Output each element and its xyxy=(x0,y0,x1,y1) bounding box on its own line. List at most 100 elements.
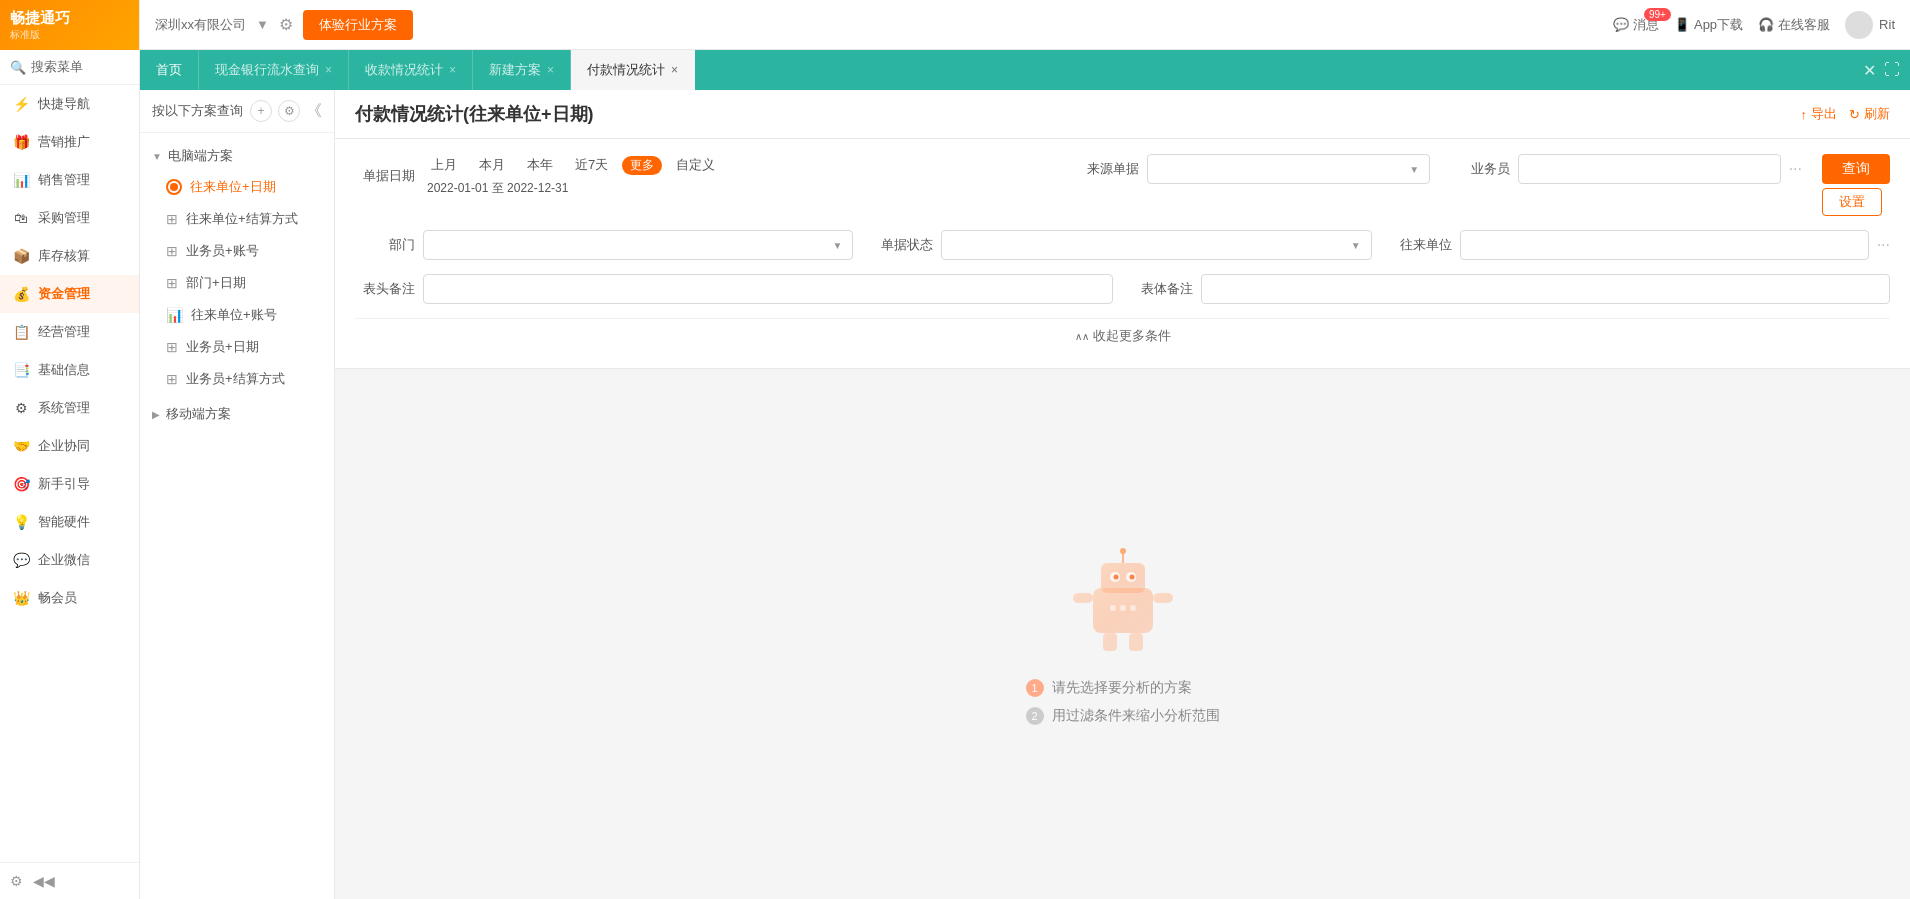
dept-select[interactable]: ▼ xyxy=(423,230,853,260)
message-btn[interactable]: 💬 消息 99+ xyxy=(1613,16,1659,34)
quick-nav-icon: ⚡ xyxy=(12,95,30,113)
sidebar-item-wechat[interactable]: 💬 企业微信 xyxy=(0,541,139,579)
scheme-group-pc-header[interactable]: ▼ 电脑端方案 xyxy=(140,141,334,171)
topbar: 深圳xx有限公司 ▼ ⚙ 体验行业方案 💬 消息 99+ 📱 App下载 🎧 在… xyxy=(140,0,1910,50)
filter-area: 单据日期 上月 本月 本年 近7天 更多 自定义 2022-01-01 至 20… xyxy=(335,139,1910,369)
sidebar-item-system[interactable]: ⚙ 系统管理 xyxy=(0,389,139,427)
scheme-item-unit-settle[interactable]: ⊞ 往来单位+结算方式 xyxy=(140,203,334,235)
expand-tab-btn[interactable]: ⛶ xyxy=(1884,61,1900,79)
tab-home-label: 首页 xyxy=(156,61,182,79)
table-icon: ⊞ xyxy=(166,371,178,387)
date-opt-this-month[interactable]: 本月 xyxy=(471,154,513,176)
salesman-dotdot[interactable]: ··· xyxy=(1789,160,1802,178)
sidebar-collapse-btn[interactable]: ◀◀ xyxy=(33,873,55,889)
sidebar-logo: 畅捷通巧 xyxy=(10,9,70,28)
tab-bank-close[interactable]: × xyxy=(325,63,332,77)
date-opt-7days[interactable]: 近7天 xyxy=(567,154,616,176)
search-menu-label: 搜索菜单 xyxy=(31,58,83,76)
scheme-item-salesman-acct[interactable]: ⊞ 业务员+账号 xyxy=(140,235,334,267)
sidebar-item-operations[interactable]: 📋 经营管理 xyxy=(0,313,139,351)
tab-receipt-close[interactable]: × xyxy=(449,63,456,77)
sidebar-item-label: 经营管理 xyxy=(38,323,90,341)
scheme-item-label: 往来单位+结算方式 xyxy=(186,210,298,228)
main-area: 深圳xx有限公司 ▼ ⚙ 体验行业方案 💬 消息 99+ 📱 App下载 🎧 在… xyxy=(140,0,1910,899)
unit-input[interactable] xyxy=(1460,230,1869,260)
query-btn[interactable]: 查询 xyxy=(1822,154,1890,184)
status-select[interactable]: ▼ xyxy=(941,230,1371,260)
filter-item-source: 来源单据 ▼ xyxy=(1079,154,1431,184)
date-range-value[interactable]: 2022-01-01 至 2022-12-31 xyxy=(427,180,723,197)
scheme-group-mobile-header[interactable]: ▶ 移动端方案 xyxy=(140,399,334,429)
sidebar-item-inventory[interactable]: 📦 库存核算 xyxy=(0,237,139,275)
collapse-conditions-btn[interactable]: ∧∧ 收起更多条件 xyxy=(1075,327,1171,345)
date-opt-more[interactable]: 更多 xyxy=(622,156,662,175)
body-note-input[interactable] xyxy=(1201,274,1891,304)
sidebar-item-quick-nav[interactable]: ⚡ 快捷导航 xyxy=(0,85,139,123)
date-opt-last-month[interactable]: 上月 xyxy=(423,154,465,176)
close-all-tabs-btn[interactable]: ✕ xyxy=(1863,61,1876,80)
sidebar-item-guide[interactable]: 🎯 新手引导 xyxy=(0,465,139,503)
scheme-item-unit-acct[interactable]: 📊 往来单位+账号 xyxy=(140,299,334,331)
source-select[interactable]: ▼ xyxy=(1147,154,1431,184)
scheme-group-arrow-icon: ▼ xyxy=(152,151,162,162)
scheme-item-dept-date[interactable]: ⊞ 部门+日期 xyxy=(140,267,334,299)
settings-btn[interactable]: 设置 xyxy=(1822,188,1882,216)
svg-point-5 xyxy=(1129,575,1134,580)
head-note-input[interactable] xyxy=(423,274,1113,304)
table-icon: ⊞ xyxy=(166,211,178,227)
topbar-right: 💬 消息 99+ 📱 App下载 🎧 在线客服 Rit xyxy=(1613,11,1895,39)
sidebar-item-label: 系统管理 xyxy=(38,399,90,417)
sidebar-item-member[interactable]: 👑 畅会员 xyxy=(0,579,139,617)
sidebar-item-label: 营销推广 xyxy=(38,133,90,151)
sidebar-item-purchase[interactable]: 🛍 采购管理 xyxy=(0,199,139,237)
sidebar-header: 畅捷通巧 标准版 xyxy=(0,0,139,50)
tab-payment[interactable]: 付款情况统计 × xyxy=(571,50,695,90)
scheme-item-salesman-settle[interactable]: ⊞ 业务员+结算方式 xyxy=(140,363,334,395)
date-options: 上月 本月 本年 近7天 更多 自定义 xyxy=(423,154,723,176)
sidebar-item-hardware[interactable]: 💡 智能硬件 xyxy=(0,503,139,541)
online-service-btn[interactable]: 🎧 在线客服 xyxy=(1758,16,1830,34)
sidebar-sub: 标准版 xyxy=(10,28,70,42)
scheme-item-salesman-date[interactable]: ⊞ 业务员+日期 xyxy=(140,331,334,363)
sidebar-item-basic-info[interactable]: 📑 基础信息 xyxy=(0,351,139,389)
date-label: 单据日期 xyxy=(355,167,415,185)
guide-icon: 🎯 xyxy=(12,475,30,493)
sidebar-item-sales[interactable]: 📊 销售管理 xyxy=(0,161,139,199)
search-menu[interactable]: 🔍 搜索菜单 xyxy=(0,50,139,85)
tab-bank[interactable]: 现金银行流水查询 × xyxy=(199,50,349,90)
sidebar-item-label: 基础信息 xyxy=(38,361,90,379)
table-icon: ⊞ xyxy=(166,275,178,291)
dept-select-arrow: ▼ xyxy=(832,240,842,251)
collapse-panel-btn[interactable]: 《 xyxy=(306,101,322,122)
tab-home[interactable]: 首页 xyxy=(140,50,199,90)
refresh-btn[interactable]: ↻ 刷新 xyxy=(1849,105,1890,123)
app-icon: 📱 xyxy=(1674,17,1690,32)
tab-payment-close[interactable]: × xyxy=(671,63,678,77)
date-opt-this-year[interactable]: 本年 xyxy=(519,154,561,176)
sidebar-item-marketing[interactable]: 🎁 营销推广 xyxy=(0,123,139,161)
scheme-panel-actions: + ⚙ 《 xyxy=(250,100,322,122)
export-btn[interactable]: ↑ 导出 xyxy=(1801,105,1838,123)
empty-illustration xyxy=(1063,543,1183,663)
unit-dotdot[interactable]: ··· xyxy=(1877,236,1890,254)
manage-scheme-btn[interactable]: ⚙ xyxy=(278,100,300,122)
message-icon: 💬 xyxy=(1613,17,1629,32)
svg-rect-11 xyxy=(1129,633,1143,651)
salesman-input[interactable] xyxy=(1518,154,1780,184)
refresh-label: 刷新 xyxy=(1864,105,1890,123)
date-opt-custom[interactable]: 自定义 xyxy=(668,154,723,176)
scheme-item-label: 往来单位+日期 xyxy=(190,178,276,196)
add-scheme-btn[interactable]: + xyxy=(250,100,272,122)
tip-num-2: 2 xyxy=(1026,707,1044,725)
tab-new-scheme[interactable]: 新建方案 × xyxy=(473,50,571,90)
sidebar-settings-btn[interactable]: ⚙ xyxy=(10,873,23,889)
sidebar-item-finance[interactable]: 💰 资金管理 xyxy=(0,275,139,313)
tab-new-scheme-close[interactable]: × xyxy=(547,63,554,77)
message-badge: 99+ xyxy=(1644,8,1671,21)
topbar-settings-icon[interactable]: ⚙ xyxy=(279,15,293,34)
app-download-btn[interactable]: 📱 App下载 xyxy=(1674,16,1743,34)
trial-btn[interactable]: 体验行业方案 xyxy=(303,10,413,40)
scheme-item-unit-date[interactable]: 往来单位+日期 xyxy=(140,171,334,203)
tab-receipt[interactable]: 收款情况统计 × xyxy=(349,50,473,90)
sidebar-item-enterprise[interactable]: 🤝 企业协同 xyxy=(0,427,139,465)
